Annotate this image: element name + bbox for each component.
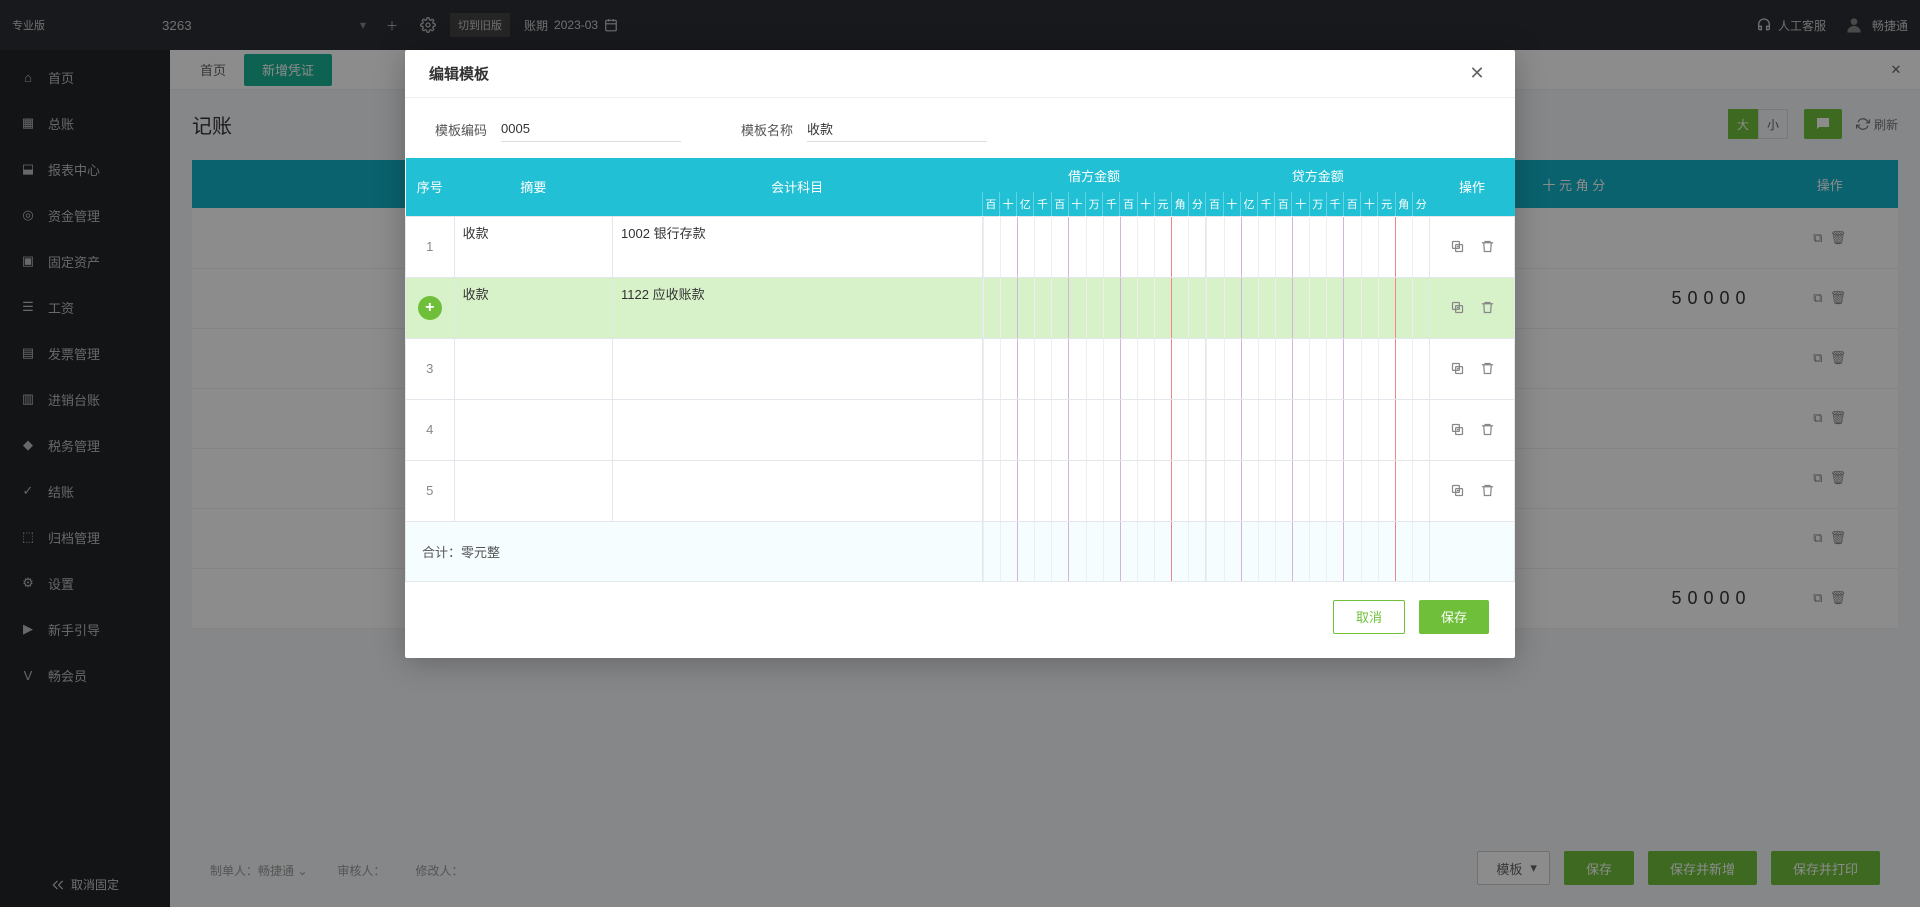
row-debit[interactable] [982, 460, 1206, 521]
row-seq: 3 [406, 338, 455, 399]
row-subject[interactable]: 1002 银行存款 [613, 216, 983, 277]
row-debit[interactable] [982, 338, 1206, 399]
row-subject[interactable]: 1122 应收账款 [613, 277, 983, 338]
dialog-title: 编辑模板 [429, 63, 489, 84]
row-credit[interactable] [1206, 338, 1430, 399]
row-subject[interactable] [613, 338, 983, 399]
close-icon[interactable]: ✕ [1463, 60, 1491, 88]
row-subject[interactable] [613, 460, 983, 521]
edit-template-dialog: 编辑模板 ✕ 模板编码 模板名称 序号 摘要 会计科目 [405, 50, 1515, 658]
row-seq: + [406, 277, 455, 338]
digit-header: 十 [1361, 192, 1378, 216]
table-row[interactable]: + 收款1122 应收账款 [406, 277, 1515, 338]
digit-header: 亿 [1017, 192, 1034, 216]
digit-header: 千 [1034, 192, 1051, 216]
copy-row-icon[interactable] [1446, 297, 1468, 319]
row-summary[interactable]: 收款 [454, 216, 612, 277]
digit-header: 千 [1258, 192, 1275, 216]
cancel-button[interactable]: 取消 [1333, 600, 1405, 634]
digit-header: 万 [1309, 192, 1326, 216]
dialog-save-button[interactable]: 保存 [1419, 600, 1489, 634]
digit-header: 十 [1137, 192, 1154, 216]
row-summary[interactable]: 收款 [454, 277, 612, 338]
th-summary: 摘要 [454, 158, 612, 216]
digit-header: 十 [1000, 192, 1017, 216]
row-debit[interactable] [982, 399, 1206, 460]
copy-row-icon[interactable] [1446, 480, 1468, 502]
th-op: 操作 [1430, 158, 1515, 216]
digit-header: 百 [1120, 192, 1137, 216]
digit-header: 亿 [1240, 192, 1257, 216]
delete-row-icon[interactable] [1476, 358, 1498, 380]
table-row[interactable]: 3 [406, 338, 1515, 399]
th-subject: 会计科目 [613, 158, 983, 216]
delete-row-icon[interactable] [1476, 480, 1498, 502]
digit-header: 万 [1086, 192, 1103, 216]
th-credit: 贷方金额 [1206, 158, 1430, 192]
table-row[interactable]: 4 [406, 399, 1515, 460]
digit-header: 百 [982, 192, 999, 216]
add-row-icon[interactable]: + [418, 296, 442, 320]
template-code-input[interactable] [501, 116, 681, 142]
table-row[interactable]: 1收款1002 银行存款 [406, 216, 1515, 277]
digit-header: 分 [1412, 192, 1429, 216]
digit-header: 百 [1206, 192, 1223, 216]
digit-header: 角 [1172, 192, 1189, 216]
digit-header: 百 [1344, 192, 1361, 216]
template-code-label: 模板编码 [435, 120, 487, 139]
digit-header: 十 [1292, 192, 1309, 216]
template-table: 序号 摘要 会计科目 借方金额 贷方金额 操作 百十亿千百十万千百十元角分百十亿… [405, 158, 1515, 582]
digit-header: 百 [1275, 192, 1292, 216]
digit-header: 千 [1103, 192, 1120, 216]
delete-row-icon[interactable] [1476, 419, 1498, 441]
th-seq: 序号 [406, 158, 455, 216]
row-seq: 4 [406, 399, 455, 460]
copy-row-icon[interactable] [1446, 358, 1468, 380]
table-row[interactable]: 5 [406, 460, 1515, 521]
digit-header: 元 [1378, 192, 1395, 216]
copy-row-icon[interactable] [1446, 236, 1468, 258]
delete-row-icon[interactable] [1476, 297, 1498, 319]
row-summary[interactable] [454, 399, 612, 460]
row-credit[interactable] [1206, 399, 1430, 460]
template-name-input[interactable] [807, 116, 987, 142]
delete-row-icon[interactable] [1476, 236, 1498, 258]
row-credit[interactable] [1206, 216, 1430, 277]
th-debit: 借方金额 [982, 158, 1206, 192]
digit-header: 百 [1051, 192, 1068, 216]
digit-header: 元 [1154, 192, 1171, 216]
digit-header: 角 [1395, 192, 1412, 216]
row-summary[interactable] [454, 460, 612, 521]
row-debit[interactable] [982, 216, 1206, 277]
row-debit[interactable] [982, 277, 1206, 338]
digit-header: 千 [1326, 192, 1343, 216]
template-name-label: 模板名称 [741, 120, 793, 139]
copy-row-icon[interactable] [1446, 419, 1468, 441]
row-credit[interactable] [1206, 277, 1430, 338]
digit-header: 十 [1068, 192, 1085, 216]
row-summary[interactable] [454, 338, 612, 399]
row-credit[interactable] [1206, 460, 1430, 521]
total-label: 合计：零元整 [406, 521, 983, 581]
digit-header: 分 [1189, 192, 1206, 216]
row-seq: 1 [406, 216, 455, 277]
digit-header: 十 [1223, 192, 1240, 216]
row-subject[interactable] [613, 399, 983, 460]
row-seq: 5 [406, 460, 455, 521]
